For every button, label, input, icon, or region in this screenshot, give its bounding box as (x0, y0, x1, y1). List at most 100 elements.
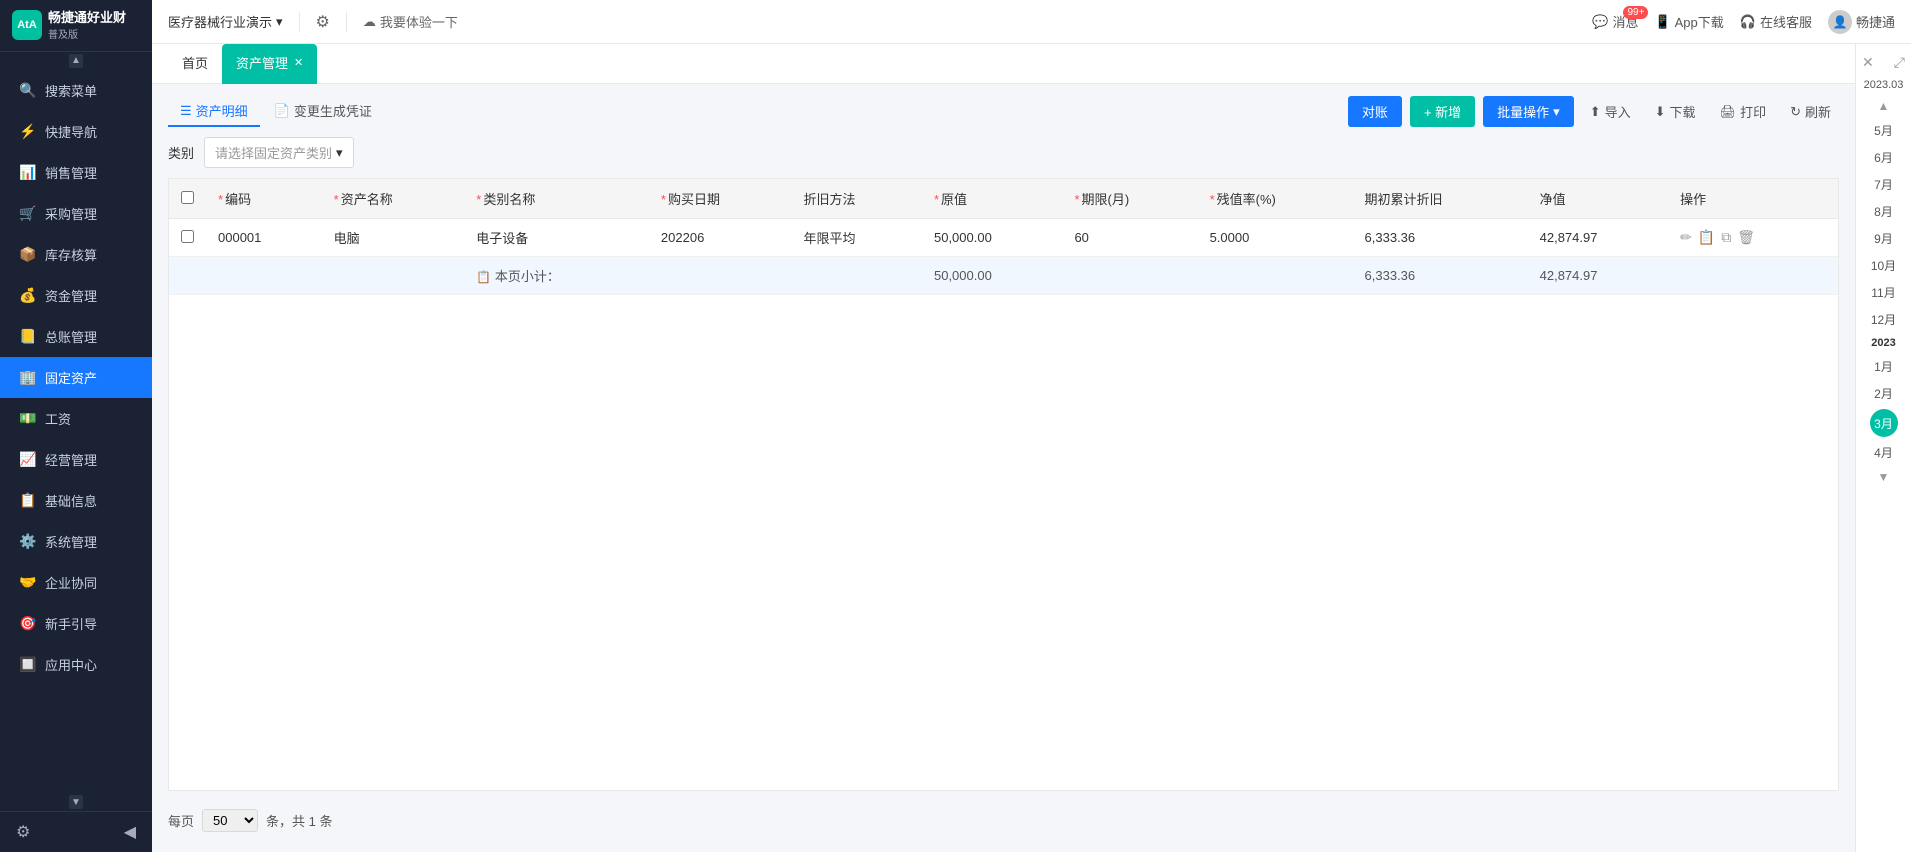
row-checkbox[interactable] (181, 230, 194, 243)
edit-icon[interactable]: ✏ (1680, 229, 1692, 246)
sidebar-item-guide[interactable]: 🎯 新手引导 (0, 603, 152, 644)
sidebar-item-label: 总账管理 (45, 327, 97, 346)
settings-icon[interactable]: ⚙ (16, 822, 30, 842)
month-prev-5[interactable]: 5月 (1856, 117, 1911, 144)
month-prev-12[interactable]: 12月 (1856, 306, 1911, 333)
sidebar-item-wages[interactable]: 💵 工资 (0, 398, 152, 439)
month-prev-11[interactable]: 11月 (1856, 279, 1911, 306)
tab-home[interactable]: 首页 (168, 44, 222, 84)
sidebar-item-funds[interactable]: 💰 资金管理 (0, 275, 152, 316)
sidebar-bottom: ⚙ ◀ (0, 811, 152, 852)
filter-select-value: 请选择固定资产类别 (215, 143, 332, 162)
refresh-btn[interactable]: ↻ 刷新 (1782, 98, 1839, 125)
tab-asset-mgmt[interactable]: 资产管理 ✕ (222, 44, 317, 84)
row-purchase-date: 202206 (649, 219, 792, 257)
col-original-value: *原值 (922, 179, 1062, 219)
user-menu[interactable]: 👤 畅捷通 (1828, 10, 1895, 34)
sidebar-item-label: 销售管理 (45, 163, 97, 182)
nav-divider2 (346, 12, 347, 32)
month-cur-1[interactable]: 1月 (1856, 353, 1911, 380)
row-initial-accumulated: 6,333.36 (1353, 219, 1528, 257)
print-btn[interactable]: 🖨 打印 (1712, 98, 1775, 125)
online-service-btn[interactable]: 🎧 在线客服 (1740, 12, 1812, 31)
month-prev-10[interactable]: 10月 (1856, 252, 1911, 279)
download-icon: ⬇ (1655, 104, 1666, 120)
reconcile-button[interactable]: 对账 (1348, 96, 1402, 127)
settings-gear-icon[interactable]: ⚙ (316, 12, 330, 32)
sub-tab-change-voucher[interactable]: 📄 变更生成凭证 (262, 96, 384, 127)
row-residual-rate: 5.0000 (1198, 219, 1353, 257)
copy-icon[interactable]: ⧉ (1721, 229, 1731, 246)
new-button[interactable]: + 新增 (1410, 96, 1475, 127)
row-original-value: 50,000.00 (922, 219, 1062, 257)
search-icon: 🔍 (19, 81, 37, 99)
sidebar-item-purchase[interactable]: 🛒 采购管理 (0, 193, 152, 234)
enterprise-icon: 🤝 (19, 573, 37, 591)
month-prev-6[interactable]: 6月 (1856, 144, 1911, 171)
delete-icon[interactable]: 🗑 (1737, 229, 1755, 246)
sidebar-item-fixed-assets[interactable]: 🏢 固定资产 (0, 357, 152, 398)
scroll-down-btn[interactable]: ▼ (69, 795, 83, 809)
month-cur-2[interactable]: 2月 (1856, 380, 1911, 407)
scroll-up-btn[interactable]: ▲ (69, 54, 83, 68)
sidebar-item-label: 采购管理 (45, 204, 97, 223)
col-residual-rate: *残值率(%) (1198, 179, 1353, 219)
checkbox-header (169, 179, 206, 219)
per-page-select[interactable]: 50 100 (202, 809, 258, 832)
experience-btn[interactable]: ☁ 我要体验一下 (363, 12, 458, 31)
panel-expand-icon[interactable]: ⤢ (1894, 54, 1905, 71)
sidebar-item-enterprise[interactable]: 🤝 企业协同 (0, 562, 152, 603)
sidebar-item-search[interactable]: 🔍 搜索菜单 (0, 70, 152, 111)
detail-icon[interactable]: 📋 (1698, 229, 1715, 246)
asset-table: *编码 *资产名称 *类别名称 *购买日期 折旧方法 *原值 *期限(月) *残… (168, 178, 1839, 791)
inventory-icon: 📦 (19, 245, 37, 263)
subtotal-initial-accumulated: 6,333.36 (1353, 257, 1528, 295)
import-btn[interactable]: ⬆ 导入 (1582, 98, 1639, 125)
sidebar-item-operations[interactable]: 📈 经营管理 (0, 439, 152, 480)
voucher-icon: 📄 (274, 103, 290, 119)
sidebar-item-label: 快捷导航 (45, 122, 97, 141)
batch-ops-label: 批量操作 (1497, 102, 1549, 121)
download-btn[interactable]: ⬇ 下载 (1647, 98, 1704, 125)
sidebar: AtA 畅捷通好业财 普及版 ▲ 🔍 搜索菜单 ⚡ 快捷导航 📊 销售管理 🛒 … (0, 0, 152, 852)
sidebar-item-system[interactable]: ⚙️ 系统管理 (0, 521, 152, 562)
subtotal-net-value: 42,874.97 (1528, 257, 1668, 295)
company-selector[interactable]: 医疗器械行业演示 ▾ (168, 12, 283, 31)
messages-btn[interactable]: 💬 消息 99+ (1592, 12, 1638, 31)
tab-home-label: 首页 (182, 53, 208, 72)
tab-close-icon[interactable]: ✕ (294, 56, 303, 69)
subtotal-empty7 (1198, 257, 1353, 295)
download-label: 下载 (1670, 102, 1696, 121)
sidebar-item-ledger[interactable]: 📒 总账管理 (0, 316, 152, 357)
subtotal-original-value: 50,000.00 (922, 257, 1062, 295)
sidebar-item-inventory[interactable]: 📦 库存核算 (0, 234, 152, 275)
category-filter-select[interactable]: 请选择固定资产类别 ▾ (204, 137, 354, 168)
app-download-label: App下载 (1675, 12, 1724, 31)
sidebar-item-quick-nav[interactable]: ⚡ 快捷导航 (0, 111, 152, 152)
pagination: 每页 50 100 条，共 1 条 (168, 801, 1839, 840)
panel-close-icon[interactable]: ✕ (1862, 54, 1874, 71)
subtotal-empty1 (169, 257, 206, 295)
arrow-down-icon[interactable]: ▼ (1878, 470, 1890, 484)
panel-header: ✕ ⤢ (1856, 50, 1911, 75)
download-icon: 📱 (1654, 14, 1670, 30)
batch-ops-button[interactable]: 批量操作 ▾ (1483, 96, 1574, 127)
sub-tab-asset-detail[interactable]: ☰ 资产明细 (168, 96, 260, 127)
collapse-icon[interactable]: ◀ (124, 822, 136, 842)
sidebar-item-sales[interactable]: 📊 销售管理 (0, 152, 152, 193)
cloud-icon: ☁ (363, 14, 376, 30)
month-prev-9[interactable]: 9月 (1856, 225, 1911, 252)
arrow-up-icon[interactable]: ▲ (1878, 99, 1890, 113)
sidebar-item-app-center[interactable]: 🔲 应用中心 (0, 644, 152, 685)
sidebar-item-basic-info[interactable]: 📋 基础信息 (0, 480, 152, 521)
select-all-checkbox[interactable] (181, 191, 194, 204)
month-cur-4[interactable]: 4月 (1856, 439, 1911, 466)
month-prev-8[interactable]: 8月 (1856, 198, 1911, 225)
sub-tab-change-voucher-label: 变更生成凭证 (294, 101, 372, 120)
month-cur-3[interactable]: 3月 (1870, 409, 1898, 437)
nav-divider (299, 12, 300, 32)
month-prev-7[interactable]: 7月 (1856, 171, 1911, 198)
app-download-btn[interactable]: 📱 App下载 (1654, 12, 1723, 31)
top-nav-right: 💬 消息 99+ 📱 App下载 🎧 在线客服 👤 畅捷通 (1592, 10, 1895, 34)
message-badge: 99+ (1623, 6, 1648, 19)
